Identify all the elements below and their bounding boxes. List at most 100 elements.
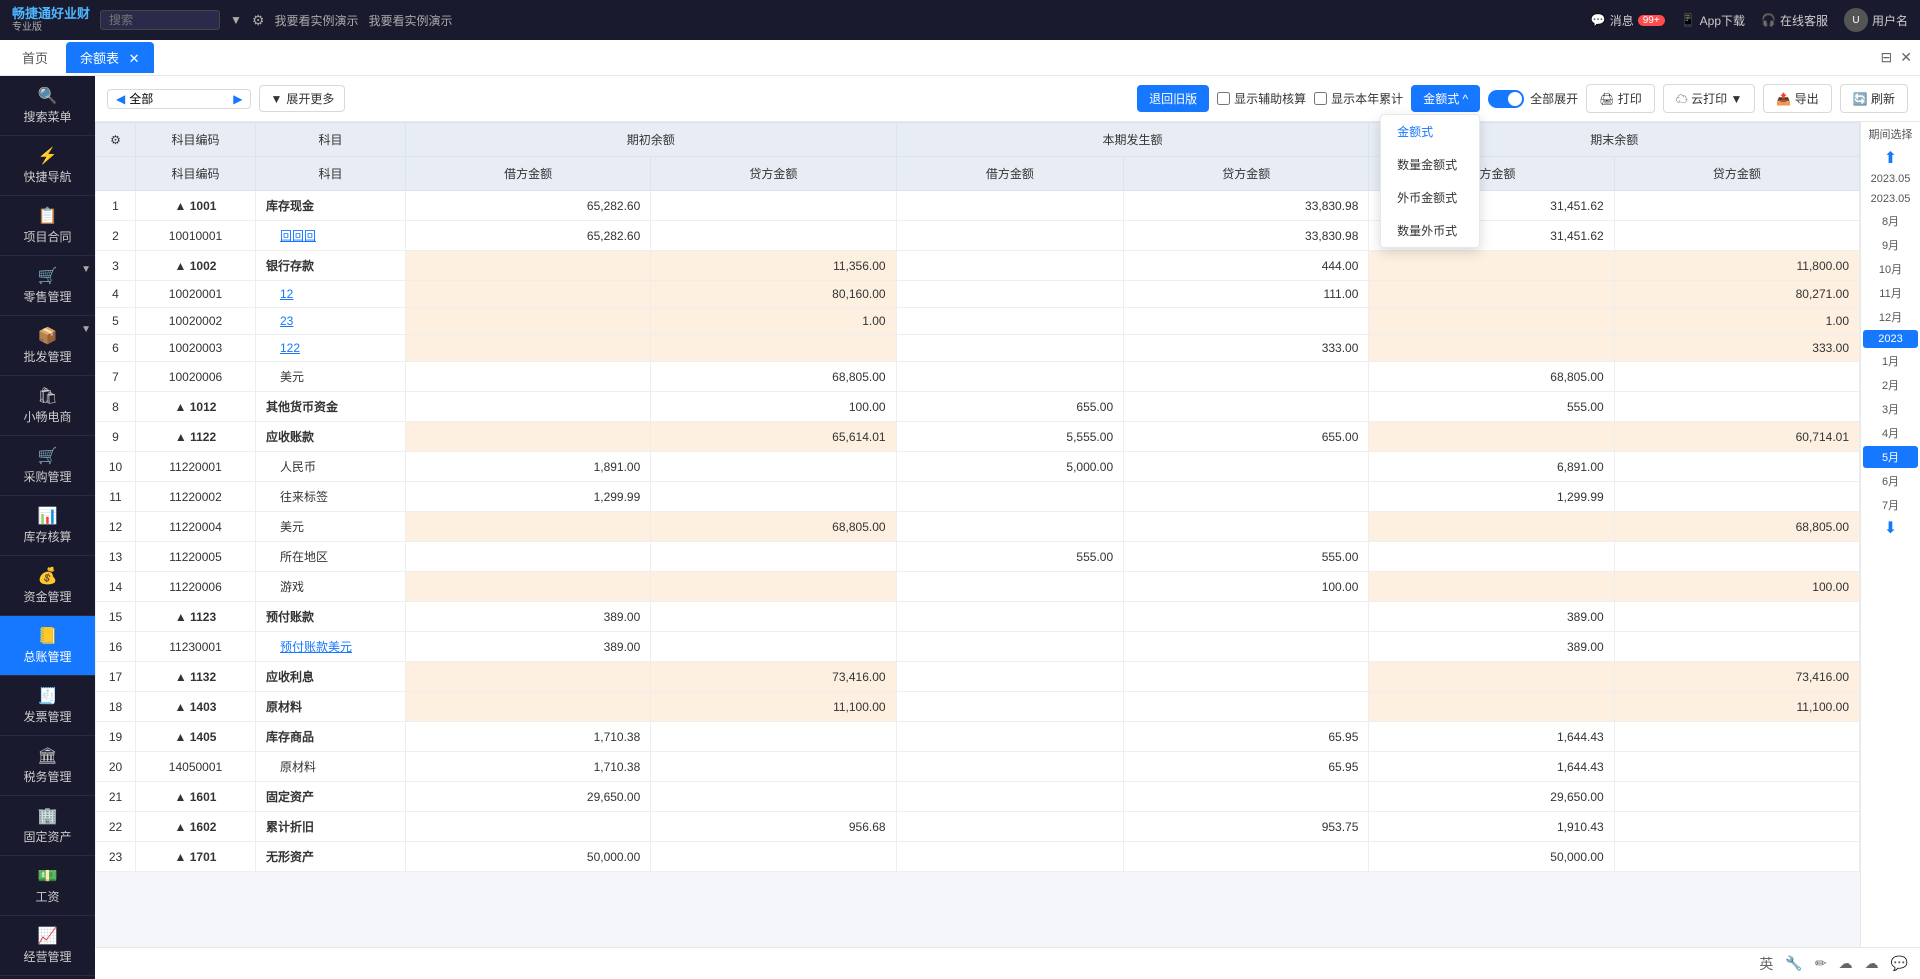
bottom-lang-btn[interactable]: 英: [1759, 954, 1773, 974]
table-row[interactable]: 10 11220001 人民币 1,891.00 5,000.00 6,891.…: [96, 452, 1860, 482]
period-11[interactable]: 11月: [1863, 282, 1918, 304]
demo-link[interactable]: 我要看实例演示: [274, 12, 358, 29]
sidebar-item-ledger[interactable]: 📒 总账管理: [0, 616, 95, 676]
period-2[interactable]: 2月: [1863, 374, 1918, 396]
table-row[interactable]: 12 11220004 美元 68,805.00 68,805.00: [96, 512, 1860, 542]
sidebar-item-wholesale[interactable]: 📦 批发管理 ▼: [0, 316, 95, 376]
demo-link-text[interactable]: 我要看实例演示: [368, 12, 452, 29]
period-7[interactable]: 7月: [1863, 494, 1918, 516]
tab-close-btn[interactable]: ✕: [129, 51, 140, 66]
search-right-icon[interactable]: ▶: [233, 92, 242, 106]
table-row[interactable]: 20 14050001 原材料 1,710.38 65.95 1,644.43: [96, 752, 1860, 782]
tab-close-all-icon[interactable]: ✕: [1900, 49, 1912, 66]
row-name[interactable]: 122: [256, 335, 406, 362]
sidebar-item-operations[interactable]: 📈 经营管理: [0, 916, 95, 976]
search-input[interactable]: [129, 92, 229, 106]
row-name[interactable]: 12: [256, 281, 406, 308]
export-btn[interactable]: 📤 导出: [1763, 84, 1831, 113]
show-assist-input[interactable]: [1217, 92, 1230, 105]
view-mode-btn[interactable]: 金额式 ^: [1411, 85, 1480, 112]
show-assist-checkbox[interactable]: 显示辅助核算: [1217, 90, 1306, 107]
table-row[interactable]: 4 10020001 12 80,160.00 111.00 80,271.00: [96, 281, 1860, 308]
dropdown-item-amount[interactable]: 金额式: [1381, 115, 1479, 148]
table-row[interactable]: 22 ▲ 1602 累计折旧 956.68 953.75 1,910.43: [96, 812, 1860, 842]
table-row[interactable]: 16 11230001 预付账款美元 389.00 389.00: [96, 632, 1860, 662]
tab-balance[interactable]: 余额表 ✕: [66, 42, 154, 73]
refresh-btn[interactable]: 🔄 刷新: [1840, 84, 1908, 113]
dropdown-item-foreign-amount[interactable]: 外币金额式: [1381, 181, 1479, 214]
bottom-edit-icon[interactable]: ✏: [1815, 955, 1827, 972]
row-name[interactable]: 回回回: [256, 221, 406, 251]
sidebar-item-funds[interactable]: 💰 资金管理: [0, 556, 95, 616]
period-1[interactable]: 1月: [1863, 350, 1918, 372]
table-row[interactable]: 18 ▲ 1403 原材料 11,100.00 11,100.00: [96, 692, 1860, 722]
sidebar-item-assets[interactable]: 🏢 固定资产: [0, 796, 95, 856]
table-row[interactable]: 3 ▲ 1002 银行存款 11,356.00 444.00 11,800.00: [96, 251, 1860, 281]
sidebar-item-project[interactable]: 📋 项目合同: [0, 196, 95, 256]
table-row[interactable]: 23 ▲ 1701 无形资产 50,000.00 50,000.00: [96, 842, 1860, 872]
table-row[interactable]: 5 10020002 23 1.00 1.00: [96, 308, 1860, 335]
period-2023[interactable]: 2023: [1863, 330, 1918, 348]
sidebar-item-purchase[interactable]: 🛒 采购管理: [0, 436, 95, 496]
bottom-chat-icon[interactable]: 💬: [1891, 955, 1908, 972]
table-row[interactable]: 17 ▲ 1132 应收利息 73,416.00 73,416.00: [96, 662, 1860, 692]
table-row[interactable]: 9 ▲ 1122 应收账款 65,614.01 5,555.00 655.00 …: [96, 422, 1860, 452]
period-5[interactable]: 5月: [1863, 446, 1918, 468]
settings-icon[interactable]: ⚙: [252, 12, 265, 29]
row-name[interactable]: 23: [256, 308, 406, 335]
app-download-btn[interactable]: 📱 App下载: [1681, 12, 1745, 29]
sidebar-item-quicknav[interactable]: ⚡ 快捷导航: [0, 136, 95, 196]
toggle-switch[interactable]: [1488, 90, 1524, 108]
period-3[interactable]: 3月: [1863, 398, 1918, 420]
tab-restore-icon[interactable]: ⊟: [1881, 49, 1893, 66]
bottom-settings-icon[interactable]: 🔧: [1785, 955, 1802, 972]
tab-home[interactable]: 首页: [8, 42, 62, 73]
show-year-input[interactable]: [1314, 92, 1327, 105]
print-btn[interactable]: 🖨 打印: [1586, 84, 1655, 113]
period-4[interactable]: 4月: [1863, 422, 1918, 444]
period-8[interactable]: 8月: [1863, 210, 1918, 232]
user-btn[interactable]: U 用户名: [1844, 8, 1908, 32]
period-6[interactable]: 6月: [1863, 470, 1918, 492]
sidebar-item-ecommerce[interactable]: 🛍 小畅电商: [0, 376, 95, 436]
period-10[interactable]: 10月: [1863, 258, 1918, 280]
table-row[interactable]: 14 11220006 游戏 100.00 100.00: [96, 572, 1860, 602]
period-12[interactable]: 12月: [1863, 306, 1918, 328]
bottom-cloud1-icon[interactable]: ☁: [1839, 955, 1853, 972]
period-2023-05-1[interactable]: 2023.05: [1863, 170, 1918, 188]
expand-all-toggle[interactable]: 全部展开: [1488, 90, 1578, 108]
table-row[interactable]: 19 ▲ 1405 库存商品 1,710.38 65.95 1,644.43: [96, 722, 1860, 752]
sidebar-item-inventory[interactable]: 📊 库存核算: [0, 496, 95, 556]
dropdown-item-qty-foreign[interactable]: 数量外币式: [1381, 214, 1479, 247]
period-down-btn[interactable]: ⬇: [1884, 518, 1897, 538]
table-row[interactable]: 21 ▲ 1601 固定资产 29,650.00 29,650.00: [96, 782, 1860, 812]
period-2023-05-2[interactable]: 2023.05: [1863, 190, 1918, 208]
online-service-btn[interactable]: 🎧 在线客服: [1761, 12, 1828, 29]
table-row[interactable]: 6 10020003 122 333.00 333.00: [96, 335, 1860, 362]
message-btn[interactable]: 💬 消息 99+: [1591, 12, 1665, 29]
search-box[interactable]: ◀ ▶: [107, 89, 251, 109]
dropdown-icon[interactable]: ▼: [230, 13, 242, 27]
table-row[interactable]: 2 10010001 回回回 65,282.60 33,830.98 31,45…: [96, 221, 1860, 251]
expand-more-btn[interactable]: ▼ 展开更多: [259, 85, 345, 112]
sidebar-item-retail[interactable]: 🛒 零售管理 ▼: [0, 256, 95, 316]
table-row[interactable]: 15 ▲ 1123 预付账款 389.00 389.00: [96, 602, 1860, 632]
sidebar-item-payroll[interactable]: 💵 工资: [0, 856, 95, 916]
table-settings-col[interactable]: ⚙: [96, 123, 136, 157]
sidebar-item-invoice[interactable]: 🧾 发票管理: [0, 676, 95, 736]
period-up-btn[interactable]: ⬆: [1884, 148, 1897, 168]
sidebar-item-tax[interactable]: 🏛 税务管理: [0, 736, 95, 796]
table-row[interactable]: 7 10020006 美元 68,805.00 68,805.00: [96, 362, 1860, 392]
return-old-btn[interactable]: 退回旧版: [1137, 85, 1209, 112]
top-search-input[interactable]: [100, 10, 220, 30]
period-9[interactable]: 9月: [1863, 234, 1918, 256]
cloud-print-btn[interactable]: ☁ 云打印 ▼: [1663, 84, 1756, 113]
table-row[interactable]: 8 ▲ 1012 其他货币资金 100.00 655.00 555.00: [96, 392, 1860, 422]
bottom-cloud2-icon[interactable]: ☁: [1865, 955, 1879, 972]
table-row[interactable]: 13 11220005 所在地区 555.00 555.00: [96, 542, 1860, 572]
sidebar-item-search[interactable]: 🔍 搜索菜单: [0, 76, 95, 136]
table-row[interactable]: 11 11220002 往来标签 1,299.99 1,299.99: [96, 482, 1860, 512]
show-year-checkbox[interactable]: 显示本年累计: [1314, 90, 1403, 107]
table-row[interactable]: 1 ▲ 1001 库存现金 65,282.60 33,830.98 31,451…: [96, 191, 1860, 221]
dropdown-item-qty-amount[interactable]: 数量金额式: [1381, 148, 1479, 181]
